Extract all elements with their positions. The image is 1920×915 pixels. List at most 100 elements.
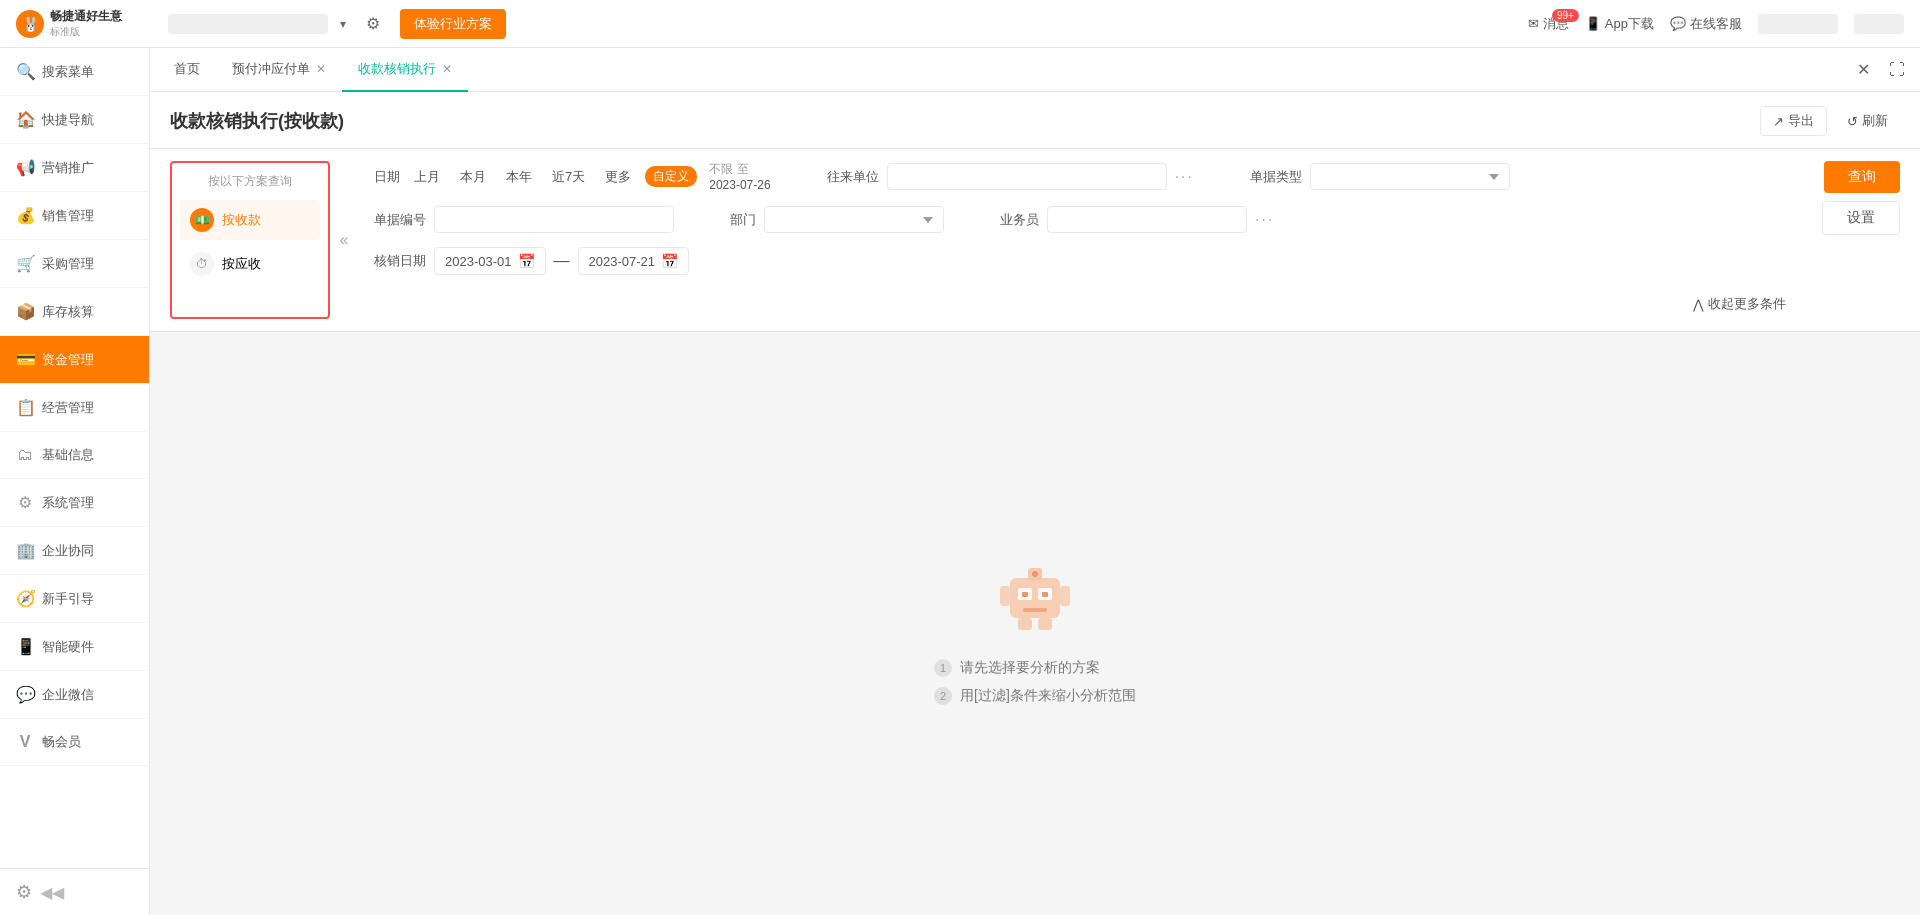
sidebar-item-system[interactable]: ⚙ 系统管理: [0, 479, 149, 527]
marketing-icon: 📢: [16, 158, 34, 177]
date-last-month-btn[interactable]: 上月: [408, 166, 446, 188]
writeoff-date-label: 核销日期: [374, 252, 426, 270]
home-icon: 🏠: [16, 110, 34, 129]
sidebar-item-member[interactable]: V 畅会员: [0, 719, 149, 766]
sidebar-label-member: 畅会员: [42, 733, 81, 751]
refresh-btn[interactable]: ↺ 刷新: [1835, 107, 1900, 135]
sidebar-label-quick-nav: 快捷导航: [42, 111, 94, 129]
sidebar-label-inventory: 库存核算: [42, 303, 94, 321]
finance-icon: 💳: [16, 350, 34, 369]
doc-type-select[interactable]: [1310, 163, 1510, 190]
svg-rect-3: [1022, 592, 1028, 597]
sidebar-label-basic: 基础信息: [42, 446, 94, 464]
sidebar-item-inventory[interactable]: 📦 库存核算: [0, 288, 149, 336]
tab-collection[interactable]: 收款核销执行 ✕: [342, 48, 468, 92]
dept-select[interactable]: [764, 206, 944, 233]
date-custom-tag[interactable]: 自定义: [645, 166, 697, 187]
svg-rect-5: [1023, 608, 1047, 612]
company-selector-blurred[interactable]: [168, 14, 328, 34]
setting-btn[interactable]: 设置: [1822, 201, 1900, 235]
sidebar-item-quick-nav[interactable]: 🏠 快捷导航: [0, 96, 149, 144]
date-this-month-btn[interactable]: 本月: [454, 166, 492, 188]
salesperson-dots[interactable]: ···: [1255, 211, 1274, 229]
export-btn[interactable]: ↗ 导出: [1760, 106, 1827, 136]
doc-no-input[interactable]: [434, 206, 674, 233]
svg-rect-9: [1060, 586, 1070, 606]
tab-expand-btn[interactable]: ⛶: [1882, 55, 1912, 85]
sidebar-item-guide[interactable]: 🧭 新手引导: [0, 575, 149, 623]
filter-by-collection[interactable]: 💵 按收款: [180, 200, 320, 240]
export-label: 导出: [1788, 112, 1814, 130]
sidebar-item-sales[interactable]: 💰 销售管理: [0, 192, 149, 240]
salesperson-label: 业务员: [1000, 211, 1039, 229]
sidebar-item-enterprise[interactable]: 🏢 企业协同: [0, 527, 149, 575]
tab-collection-close[interactable]: ✕: [442, 62, 452, 76]
tab-close-all-btn[interactable]: ✕: [1848, 55, 1878, 85]
page-actions: ↗ 导出 ↺ 刷新: [1760, 106, 1900, 136]
settings-icon[interactable]: ⚙: [358, 9, 388, 39]
app-download-btn[interactable]: 📱 App下载: [1585, 15, 1654, 33]
sidebar-item-wechat[interactable]: 💬 企业微信: [0, 671, 149, 719]
writeoff-start-cal-icon[interactable]: 📅: [518, 253, 535, 269]
empty-robot-icon: [990, 548, 1080, 638]
sidebar-item-finance[interactable]: 💳 资金管理: [0, 336, 149, 384]
filter-panel-collapse[interactable]: «: [334, 161, 354, 319]
industry-btn[interactable]: 体验行业方案: [400, 9, 506, 39]
tab-prepay-label: 预付冲应付单: [232, 60, 310, 78]
company-dropdown[interactable]: ▾: [340, 17, 346, 31]
filter-row-3: 核销日期 2023-03-01 📅 — 2023-07-21 📅: [374, 247, 1786, 275]
sidebar-label-wechat: 企业微信: [42, 686, 94, 704]
filter-right-panel: 日期 上月 本月 本年 近7天 更多 自定义 不限 至 2023-07-26 往: [358, 149, 1802, 331]
date-unlimited: 不限 至: [709, 161, 770, 178]
tip-text-2: 用[过滤]条件来缩小分析范围: [960, 687, 1136, 705]
date-value: 2023-07-26: [709, 178, 770, 192]
counterparty-field: 往来单位 ···: [827, 163, 1194, 190]
counterparty-dots[interactable]: ···: [1175, 168, 1194, 186]
counterparty-input[interactable]: [887, 163, 1167, 190]
sidebar-item-search[interactable]: 🔍 搜索菜单: [0, 48, 149, 96]
writeoff-date-dash: —: [554, 252, 570, 270]
tab-collection-label: 收款核销执行: [358, 60, 436, 78]
filter-by-receivable[interactable]: ⏱ 按应收: [180, 244, 320, 284]
collection-option-icon: 💵: [190, 208, 214, 232]
logo-edition: 标准版: [50, 25, 122, 39]
collapse-more-row: ⋀ 收起更多条件: [374, 289, 1786, 319]
sidebar-label-operation: 经营管理: [42, 399, 94, 417]
sidebar-label-guide: 新手引导: [42, 590, 94, 608]
tab-prepay-close[interactable]: ✕: [316, 62, 326, 76]
online-service-btn[interactable]: 💬 在线客服: [1670, 15, 1742, 33]
sidebar-collapse-btn[interactable]: ◀◀: [40, 883, 64, 902]
member-icon: V: [16, 733, 34, 751]
sidebar-item-basic[interactable]: 🗂 基础信息: [0, 432, 149, 479]
sidebar-item-operation[interactable]: 📋 经营管理: [0, 384, 149, 432]
empty-tips: 1 请先选择要分析的方案 2 用[过滤]条件来缩小分析范围: [934, 659, 1136, 705]
user-role-blurred: [1854, 14, 1904, 34]
tip-num-2: 2: [934, 687, 952, 705]
sidebar-item-marketing[interactable]: 📢 营销推广: [0, 144, 149, 192]
chevron-up-icon: ⋀: [1693, 297, 1704, 312]
message-btn[interactable]: ✉ 消息 99+: [1528, 15, 1569, 33]
svg-rect-4: [1042, 592, 1048, 597]
date-label: 日期: [374, 168, 400, 186]
tab-home[interactable]: 首页: [158, 48, 216, 92]
writeoff-start-wrap: 2023-03-01 📅: [434, 247, 546, 275]
sidebar-item-hardware[interactable]: 📱 智能硬件: [0, 623, 149, 671]
tab-prepay[interactable]: 预付冲应付单 ✕: [216, 48, 342, 92]
query-btn[interactable]: 查询: [1824, 161, 1900, 193]
top-bar: 🐰 畅捷通好生意 标准版 ▾ ⚙ 体验行业方案 ✉ 消息 99+ 📱 App下载…: [0, 0, 1920, 48]
filter-section-title: 按以下方案查询: [180, 173, 320, 190]
collapse-more-btn[interactable]: ⋀ 收起更多条件: [1693, 295, 1786, 313]
page-title-row: 收款核销执行(按收款) ↗ 导出 ↺ 刷新: [170, 106, 1900, 136]
date-this-year-btn[interactable]: 本年: [500, 166, 538, 188]
date-7days-btn[interactable]: 近7天: [546, 166, 591, 188]
sidebar-label-search: 搜索菜单: [42, 63, 94, 81]
wechat-icon: 💬: [16, 685, 34, 704]
filter-by-receivable-label: 按应收: [222, 255, 261, 273]
settings-bottom-icon[interactable]: ⚙: [16, 881, 32, 903]
date-more-btn[interactable]: 更多: [599, 166, 637, 188]
salesperson-input[interactable]: [1047, 206, 1247, 233]
sidebar-item-purchase[interactable]: 🛒 采购管理: [0, 240, 149, 288]
tab-bar-right: ✕ ⛶: [1848, 55, 1912, 85]
writeoff-end-cal-icon[interactable]: 📅: [661, 253, 678, 269]
sidebar-label-system: 系统管理: [42, 494, 94, 512]
